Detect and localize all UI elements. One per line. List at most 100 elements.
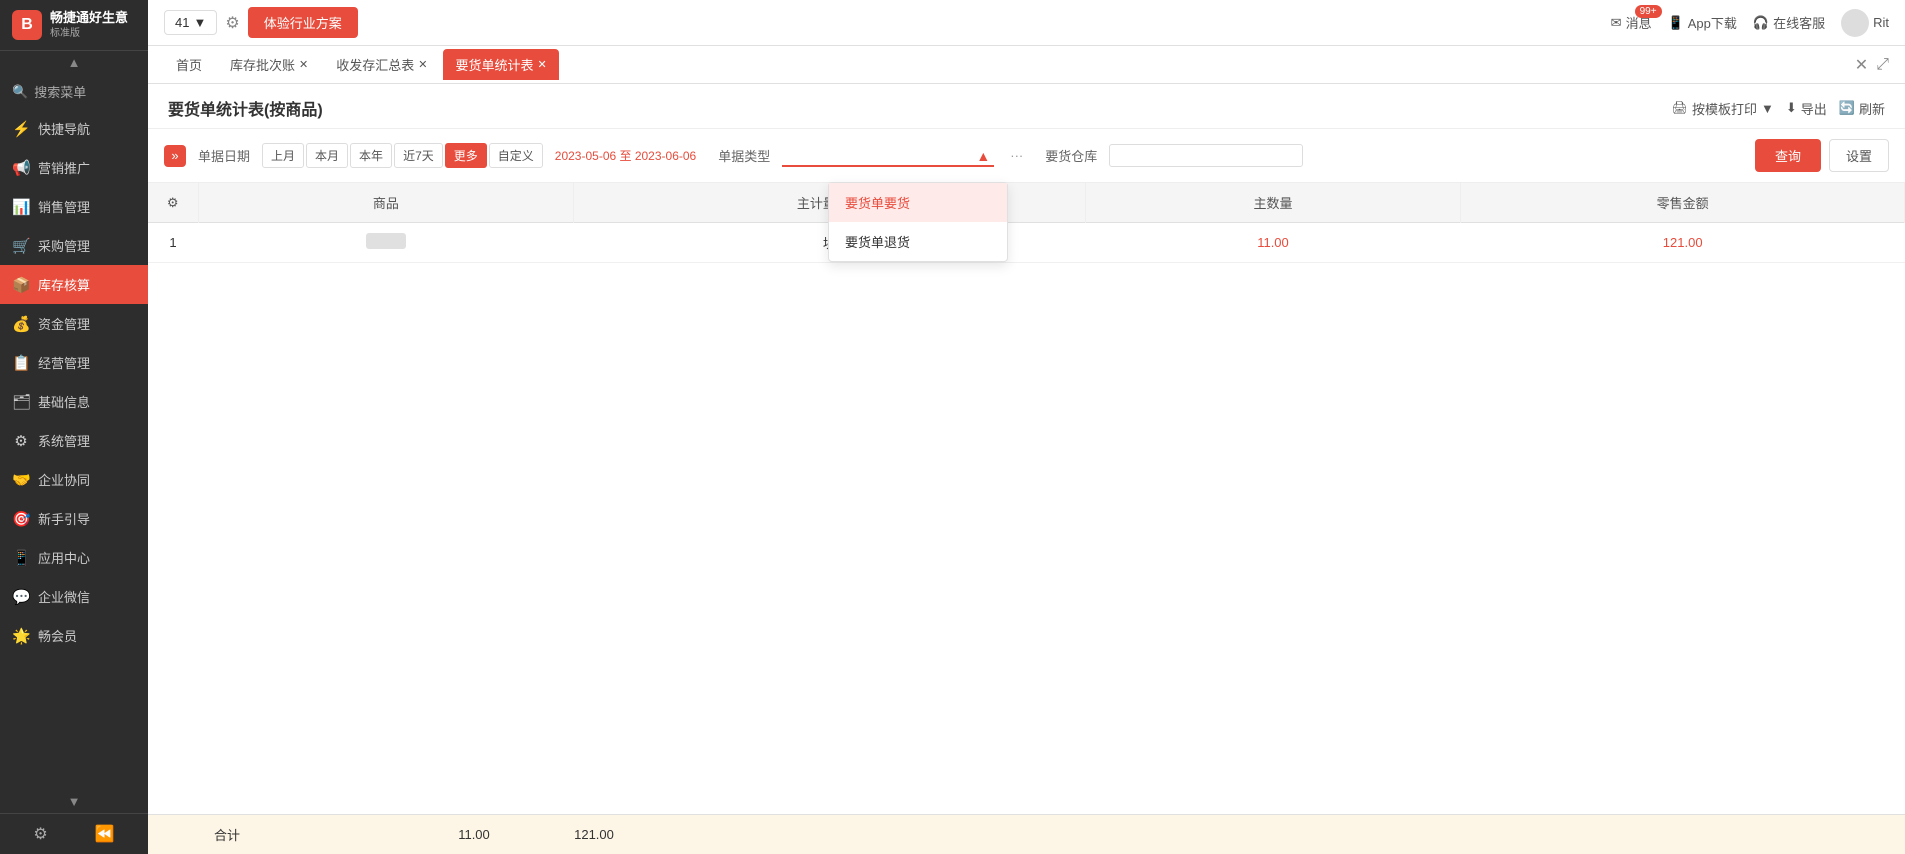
type-select-wrapper: ▲ <box>782 144 994 167</box>
table-row: 1块11.00121.00 <box>148 223 1905 263</box>
print-button[interactable]: 🖨 按模板打印 ▼ <box>1671 99 1773 118</box>
store-selector[interactable]: 41 ▼ <box>164 10 217 35</box>
settings-icon[interactable]: ⚙ <box>33 824 47 844</box>
sidebar-item-operation[interactable]: 📋 经营管理 <box>0 343 148 382</box>
trial-button[interactable]: 体验行业方案 <box>248 7 358 38</box>
collapse-icon[interactable]: ⏪ <box>95 824 115 844</box>
dropdown-item-return[interactable]: 要货单退货 <box>829 222 1007 261</box>
sidebar-scroll-up[interactable]: ▲ <box>0 51 148 74</box>
sidebar-item-inventory[interactable]: 📦 库存核算 <box>0 265 148 304</box>
sidebar-item-finance[interactable]: 💰 资金管理 <box>0 304 148 343</box>
filter-expand-button[interactable]: » <box>164 145 186 167</box>
sidebar-item-basic[interactable]: 🗂 基础信息 <box>0 382 148 421</box>
phone-icon: 📱 <box>1668 15 1684 31</box>
tab-receivable-summary[interactable]: 收发存汇总表 ✕ <box>324 49 439 80</box>
user-avatar-item[interactable]: Rit <box>1841 9 1889 37</box>
sidebar-item-member[interactable]: 🌟 畅会员 <box>0 616 148 655</box>
filter-actions: 查询 设置 <box>1755 139 1889 172</box>
sidebar-scroll-down[interactable]: ▼ <box>0 790 148 813</box>
message-badge: 99+ <box>1635 5 1662 18</box>
sidebar-item-marketing[interactable]: 📢 营销推广 <box>0 148 148 187</box>
sidebar-label-wechat: 企业微信 <box>38 587 90 606</box>
online-service-item[interactable]: 🎧 在线客服 <box>1753 13 1825 32</box>
message-icon: ✉ <box>1611 15 1622 31</box>
sidebar-logo: B 畅捷通好生意 标准版 <box>0 0 148 51</box>
tab-home[interactable]: 首页 <box>164 49 214 80</box>
col-header-product: 商品 <box>198 183 574 223</box>
tab-inventory-batch[interactable]: 库存批次账✕ <box>218 49 320 80</box>
tab-label-receivable-summary: 收发存汇总表 <box>336 55 414 74</box>
message-badge-item[interactable]: ✉ 消息 99+ <box>1611 13 1652 32</box>
chevron-down-icon: ▼ <box>1761 101 1774 116</box>
app-download-item[interactable]: 📱 App下载 <box>1668 13 1737 32</box>
date-btn-2[interactable]: 本年 <box>350 143 392 168</box>
sidebar-item-enterprise[interactable]: 🤝 企业协同 <box>0 460 148 499</box>
sidebar-icon-quick-nav: ⚡ <box>12 120 30 138</box>
filter-bar: » 单据日期 上月本月本年近7天更多自定义 2023-05-06 至 2023-… <box>148 129 1905 183</box>
dropdown-item-order[interactable]: 要货单要货 <box>829 183 1007 222</box>
sidebar-label-purchase: 采购管理 <box>38 236 90 255</box>
logo-icon: B <box>12 10 42 40</box>
sidebar-item-sales[interactable]: 📊 销售管理 <box>0 187 148 226</box>
date-btn-0[interactable]: 上月 <box>262 143 304 168</box>
sidebar-icon-inventory: 📦 <box>12 276 30 294</box>
expand-icon[interactable]: ⤢ <box>1876 56 1889 74</box>
refresh-icon: 🔄 <box>1839 100 1855 116</box>
date-filter-label: 单据日期 <box>198 146 250 165</box>
sidebar-item-system[interactable]: ⚙ 系统管理 <box>0 421 148 460</box>
sidebar-item-guide[interactable]: 🎯 新手引导 <box>0 499 148 538</box>
tab-close-inventory-batch[interactable]: ✕ <box>299 58 308 71</box>
tab-close-receivable-summary[interactable]: ✕ <box>418 58 427 71</box>
page-title: 要货单统计表(按商品) <box>168 96 323 120</box>
sidebar-item-appstore[interactable]: 📱 应用中心 <box>0 538 148 577</box>
settings-button[interactable]: 设置 <box>1829 139 1889 172</box>
date-btn-5[interactable]: 自定义 <box>489 143 543 168</box>
table-body: 1块11.00121.00 <box>148 223 1905 263</box>
row-quantity: 11.00 <box>1085 223 1461 263</box>
tab-label-home: 首页 <box>176 55 202 74</box>
sidebar-item-wechat[interactable]: 💬 企业微信 <box>0 577 148 616</box>
sidebar-label-appstore: 应用中心 <box>38 548 90 567</box>
col-header-quantity: 主数量 <box>1085 183 1461 223</box>
sidebar-nav: ⚡ 快捷导航📢 营销推广📊 销售管理🛒 采购管理📦 库存核算💰 资金管理📋 经营… <box>0 109 148 790</box>
type-select-input[interactable] <box>782 144 994 167</box>
filter-dots[interactable]: ··· <box>1010 148 1023 163</box>
page-actions: 🖨 按模板打印 ▼ ⬇ 导出 🔄 刷新 <box>1671 99 1885 118</box>
sidebar-icon-system: ⚙ <box>12 432 30 450</box>
refresh-button[interactable]: 🔄 刷新 <box>1839 99 1885 118</box>
sidebar-icon-finance: 💰 <box>12 315 30 333</box>
export-button[interactable]: ⬇ 导出 <box>1786 99 1827 118</box>
row-amount: 121.00 <box>1461 223 1905 263</box>
sidebar-item-purchase[interactable]: 🛒 采购管理 <box>0 226 148 265</box>
table-header: ⚙商品主计量单位主数量零售金额 <box>148 183 1905 223</box>
date-btn-3[interactable]: 近7天 <box>394 143 443 168</box>
footer-label: 合计 <box>164 825 414 844</box>
filter-date-range: 2023-05-06 至 2023-06-06 <box>555 147 696 164</box>
tab-close-order-stats[interactable]: ✕ <box>538 58 547 71</box>
product-placeholder <box>366 233 406 249</box>
row-no: 1 <box>148 223 198 263</box>
table-footer: 合计 11.00 121.00 <box>148 814 1905 854</box>
type-chevron-icon[interactable]: ▲ <box>976 148 990 164</box>
warehouse-filter-input[interactable] <box>1109 144 1303 167</box>
tab-order-stats[interactable]: 要货单统计表✕ <box>443 49 558 80</box>
sidebar-item-quick-nav[interactable]: ⚡ 快捷导航 <box>0 109 148 148</box>
amount-link[interactable]: 121.00 <box>1663 235 1703 250</box>
date-btn-1[interactable]: 本月 <box>306 143 348 168</box>
sidebar-label-member: 畅会员 <box>38 626 77 645</box>
quantity-link[interactable]: 11.00 <box>1257 235 1289 250</box>
sidebar-icon-guide: 🎯 <box>12 510 30 528</box>
settings-gear-icon[interactable]: ⚙ <box>225 13 239 33</box>
avatar <box>1841 9 1869 37</box>
data-table: ⚙商品主计量单位主数量零售金额 1块11.00121.00 <box>148 183 1905 263</box>
sidebar-search[interactable]: 🔍 搜索菜单 <box>0 74 148 109</box>
type-dropdown-menu: 要货单要货要货单退货 <box>828 182 1008 262</box>
date-btn-4[interactable]: 更多 <box>445 143 487 168</box>
sidebar-label-finance: 资金管理 <box>38 314 90 333</box>
search-icon: 🔍 <box>12 84 28 100</box>
close-all-icon[interactable]: ✕ <box>1855 55 1868 75</box>
query-button[interactable]: 查询 <box>1755 139 1821 172</box>
page-header: 要货单统计表(按商品) 🖨 按模板打印 ▼ ⬇ 导出 🔄 刷新 <box>148 84 1905 129</box>
tabbar: 首页库存批次账✕收发存汇总表✕要货单统计表✕✕ ⤢ <box>148 46 1905 84</box>
export-icon: ⬇ <box>1786 100 1797 116</box>
